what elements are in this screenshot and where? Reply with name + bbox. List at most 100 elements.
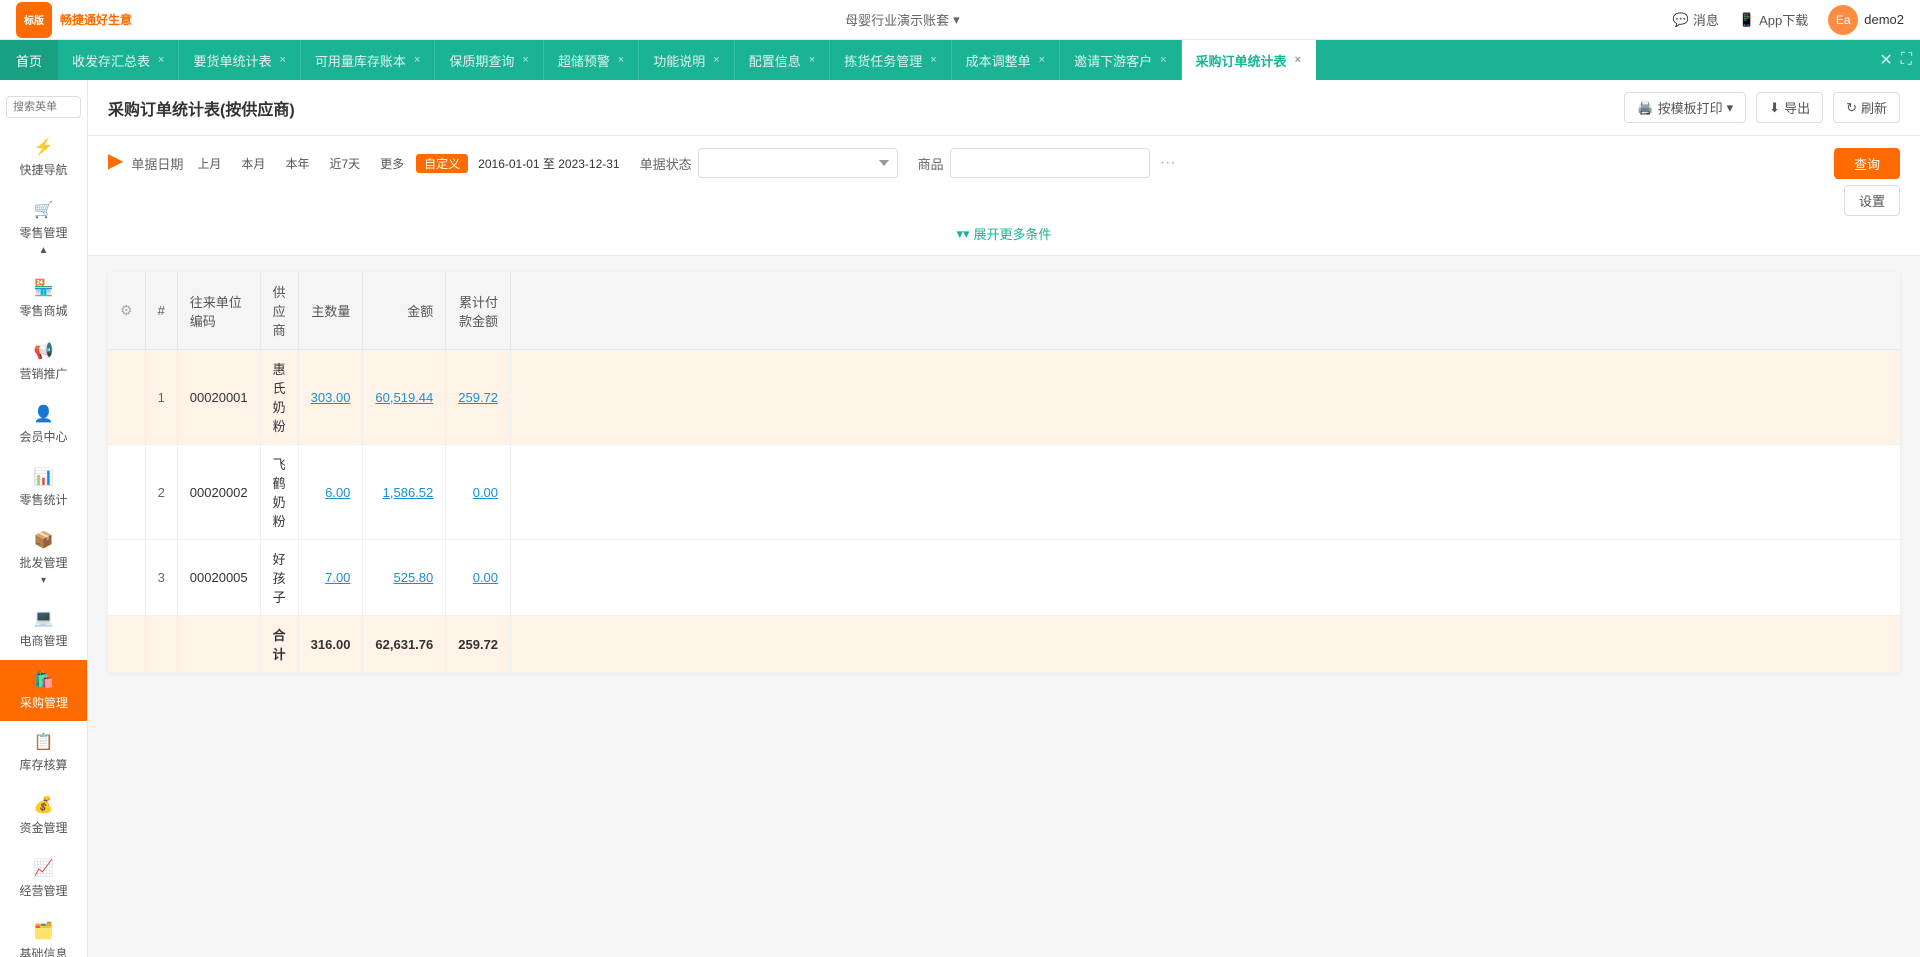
sidebar-item-label: 零售统计	[19, 491, 67, 508]
tab-gongneng[interactable]: 功能说明 ×	[639, 40, 734, 80]
tab-peizhi[interactable]: 配置信息 ×	[735, 40, 830, 80]
tab-home[interactable]: 首页	[0, 40, 58, 80]
query-button[interactable]: 查询	[1834, 148, 1900, 179]
row-qty[interactable]: 303.00	[298, 350, 363, 445]
table-row: 2 00020002 飞鹤奶粉 6.00 1,586.52 0.00	[108, 445, 1900, 540]
tab-jianhuo[interactable]: 拣货任务管理 ×	[830, 40, 951, 80]
col-code-header: 往来单位编码	[177, 272, 260, 350]
sidebar-item-inventory[interactable]: 📋 库存核算	[4, 722, 83, 783]
search-input[interactable]	[6, 96, 81, 118]
status-filter-item: 单据状态	[640, 148, 898, 178]
row-qty[interactable]: 6.00	[298, 445, 363, 540]
col-qty-header: 主数量	[298, 272, 363, 350]
sidebar-item-shop[interactable]: 🏪 零售商城	[4, 268, 83, 329]
expand-more-btn[interactable]: ▾▾ 展开更多条件	[956, 224, 1051, 243]
table-footer-row: 合计 316.00 62,631.76 259.72	[108, 616, 1900, 673]
row-paid[interactable]: 0.00	[446, 540, 511, 616]
row-amount[interactable]: 60,519.44	[363, 350, 446, 445]
footer-label: 合计	[260, 616, 298, 673]
date-custom-tag[interactable]: 自定义	[416, 154, 468, 173]
export-button[interactable]: ⬇ 导出	[1756, 92, 1823, 123]
tab-chengben[interactable]: 成本调整单 ×	[952, 40, 1060, 80]
sidebar-item-retail[interactable]: 🛒 零售管理 ▲	[4, 190, 83, 266]
data-table: ⚙ # 往来单位编码 供应商 主数量 金额 累计付款金额 1	[108, 272, 1900, 673]
workspace-selector[interactable]: 母婴行业演示账套 ▾	[845, 10, 960, 29]
expand-icon: ▾▾	[956, 226, 969, 242]
refresh-button[interactable]: ↻ 刷新	[1833, 92, 1900, 123]
page-header: 采购订单统计表(按供应商) 🖨️ 按模板打印 ▾ ⬇ 导出 ↻ 刷新	[88, 80, 1920, 136]
member-icon: 👤	[34, 404, 54, 424]
settings-button[interactable]: 设置	[1844, 185, 1900, 216]
tab-baozhi[interactable]: 保质期查询 ×	[435, 40, 543, 80]
row-amount[interactable]: 1,586.52	[363, 445, 446, 540]
sidebar-item-label: 零售管理	[19, 224, 67, 241]
row-code: 00020002	[177, 445, 260, 540]
close-icon[interactable]: ×	[1160, 54, 1166, 66]
date-this-month-btn[interactable]: 本月	[233, 153, 273, 174]
date-last-month-btn[interactable]: 上月	[189, 153, 229, 174]
nav-close-icon[interactable]: ✕	[1879, 50, 1892, 70]
tab-yaoqing[interactable]: 邀请下游客户 ×	[1060, 40, 1181, 80]
message-btn[interactable]: 💬 消息	[1673, 10, 1719, 29]
wholesale-icon: 📦	[34, 530, 54, 550]
row-amount[interactable]: 525.80	[363, 540, 446, 616]
expand-label: 展开更多条件	[974, 224, 1052, 243]
app-download-icon: 📱	[1739, 12, 1755, 28]
goods-input[interactable]	[950, 148, 1150, 178]
quicknav-icon: ⚡	[34, 137, 54, 157]
sidebar-item-operations[interactable]: 📈 经营管理	[4, 848, 83, 909]
date-filter-item: 单据日期 上月 本月 本年 近7天 更多 自定义 2016-01-01 至 20…	[131, 153, 619, 174]
avatar-initial: Ea	[1836, 13, 1851, 27]
workspace-name: 母婴行业演示账套	[845, 10, 949, 29]
sidebar-item-member[interactable]: 👤 会员中心	[4, 394, 83, 455]
filter-more-row: ▾▾ 展开更多条件	[108, 224, 1900, 243]
tab-label: 配置信息	[749, 51, 801, 70]
close-icon[interactable]: ×	[279, 54, 285, 66]
app-download-btn[interactable]: 📱 App下载	[1739, 10, 1808, 29]
close-icon[interactable]: ×	[414, 54, 420, 66]
sidebar-item-wholesale[interactable]: 📦 批发管理 ▾	[4, 520, 83, 596]
close-icon[interactable]: ×	[1039, 54, 1045, 66]
row-paid[interactable]: 259.72	[446, 350, 511, 445]
print-button[interactable]: 🖨️ 按模板打印 ▾	[1624, 92, 1746, 123]
date-this-year-btn[interactable]: 本年	[277, 153, 317, 174]
tab-shoufacun[interactable]: 收发存汇总表 ×	[58, 40, 179, 80]
sidebar-item-label: 基础信息	[19, 945, 67, 957]
close-icon[interactable]: ×	[618, 54, 624, 66]
close-icon[interactable]: ×	[158, 54, 164, 66]
settings-icon[interactable]: ⚙	[120, 302, 133, 318]
row-paid[interactable]: 0.00	[446, 445, 511, 540]
sidebar-item-basic[interactable]: 🗂️ 基础信息	[4, 911, 83, 957]
sidebar-item-retailstat[interactable]: 📊 零售统计	[4, 457, 83, 518]
row-code: 00020001	[177, 350, 260, 445]
filter-toggle-icon[interactable]: ▶	[108, 148, 123, 173]
sidebar-item-marketing[interactable]: 📢 营销推广	[4, 331, 83, 392]
close-icon[interactable]: ×	[809, 54, 815, 66]
goods-more-icon[interactable]: ···	[1160, 154, 1176, 172]
tab-yaohuo[interactable]: 要货单统计表 ×	[179, 40, 300, 80]
message-label: 消息	[1693, 10, 1719, 29]
tab-label: 保质期查询	[449, 51, 514, 70]
footer-extra	[511, 616, 1900, 673]
tab-keyongliang[interactable]: 可用量库存账本 ×	[301, 40, 435, 80]
sidebar-item-quicknav[interactable]: ⚡ 快捷导航	[4, 127, 83, 188]
date-more-btn[interactable]: 更多	[372, 153, 412, 174]
tab-chaochu[interactable]: 超储预警 ×	[544, 40, 639, 80]
sidebar-item-finance[interactable]: 💰 资金管理	[4, 785, 83, 846]
basic-icon: 🗂️	[34, 921, 54, 941]
operations-icon: 📈	[34, 858, 54, 878]
tab-caigou-active[interactable]: 采购订单统计表 ×	[1182, 40, 1316, 80]
close-icon[interactable]: ×	[522, 54, 528, 66]
row-qty[interactable]: 7.00	[298, 540, 363, 616]
nav-maximize-icon[interactable]: ⛶	[1901, 51, 1912, 69]
date-label: 单据日期	[131, 154, 183, 173]
date-7days-btn[interactable]: 近7天	[321, 153, 368, 174]
user-area[interactable]: Ea demo2	[1828, 5, 1904, 35]
close-icon[interactable]: ×	[713, 54, 719, 66]
sidebar-item-ecommerce[interactable]: 💻 电商管理	[4, 598, 83, 659]
sidebar-item-purchase[interactable]: 🛍️ 采购管理	[0, 660, 88, 721]
close-icon[interactable]: ×	[1295, 54, 1301, 66]
status-select[interactable]	[698, 148, 898, 178]
goods-label: 商品	[918, 154, 944, 173]
close-icon[interactable]: ×	[930, 54, 936, 66]
